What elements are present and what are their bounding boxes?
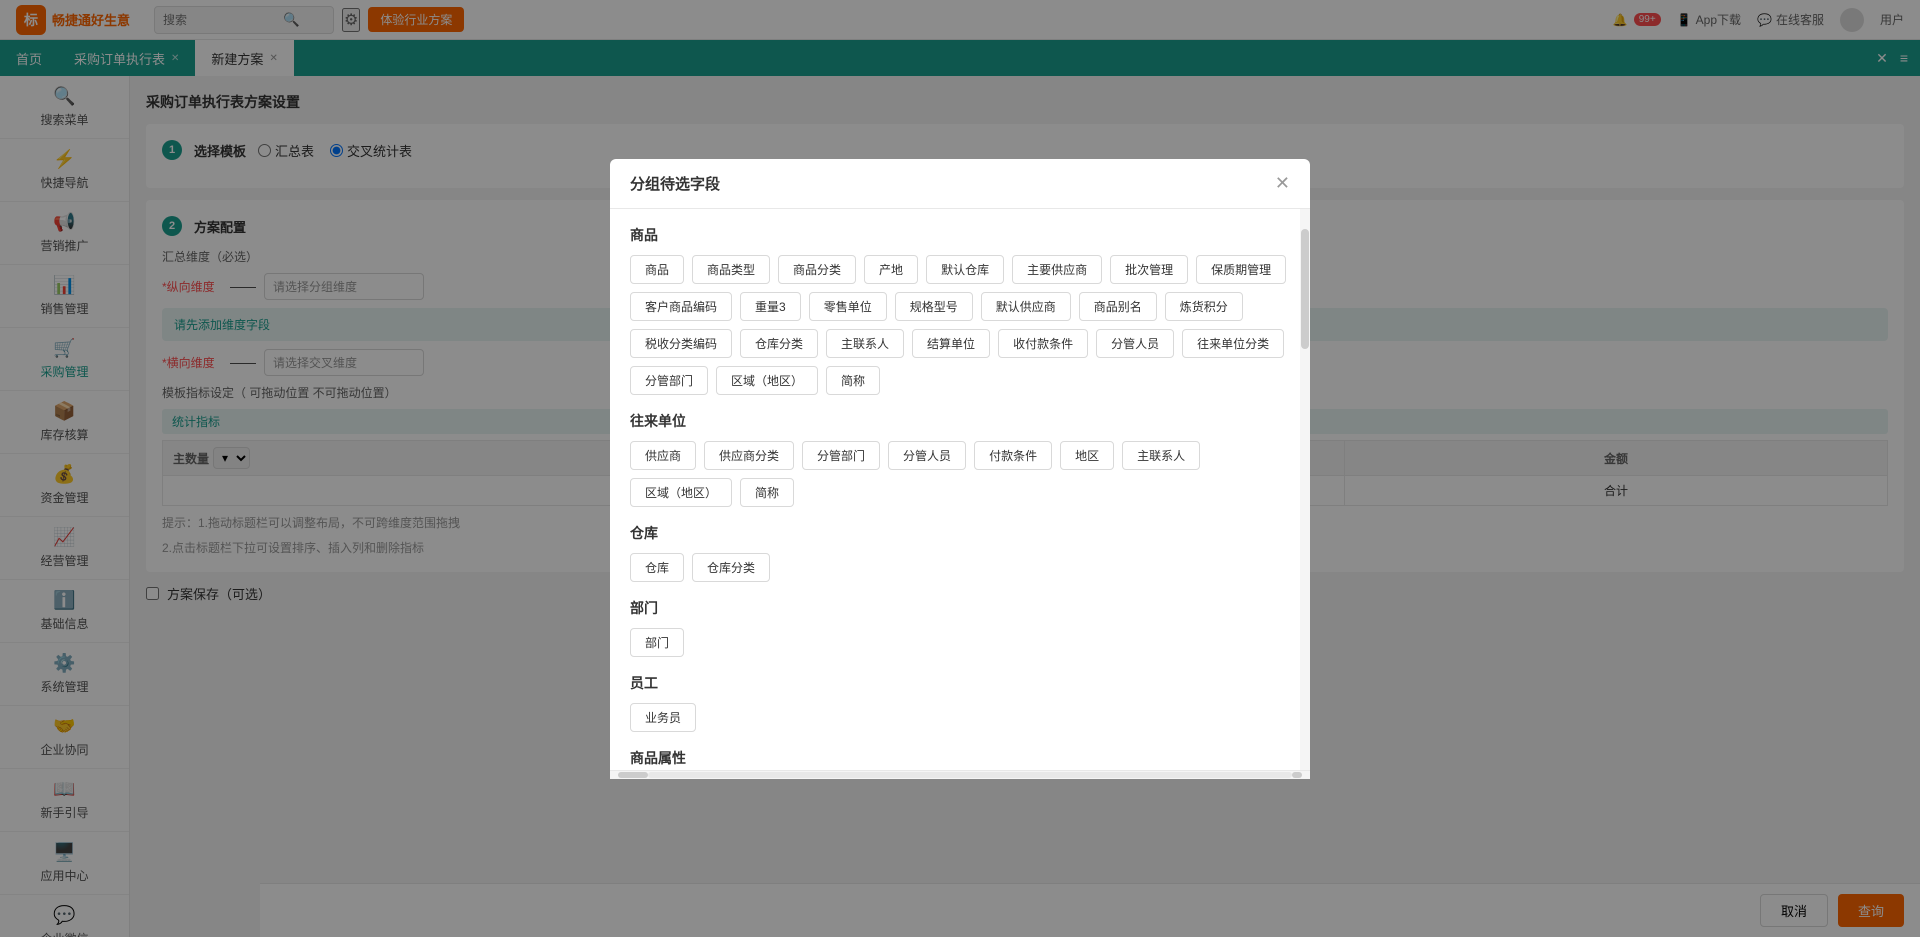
field-contact[interactable]: 主联系人: [1122, 441, 1200, 470]
field-origin[interactable]: 产地: [864, 255, 918, 284]
field-batch-manage[interactable]: 批次管理: [1110, 255, 1188, 284]
modal-bottom-scrollbar[interactable]: [610, 770, 1310, 779]
section-employee: 员工 业务员: [630, 673, 1290, 732]
field-salesperson[interactable]: 业务员: [630, 703, 696, 732]
dept-fields: 部门: [630, 628, 1290, 657]
partner-fields: 供应商 供应商分类 分管部门 分管人员 付款条件 地区 主联系人 区域（地区） …: [630, 441, 1290, 507]
product-fields: 商品 商品类型 商品分类 产地 默认仓库 主要供应商 批次管理 保质期管理 客户…: [630, 255, 1290, 395]
section-dept: 部门 部门: [630, 598, 1290, 657]
field-partner-category[interactable]: 往来单位分类: [1182, 329, 1284, 358]
field-dept-person[interactable]: 分管人员: [888, 441, 966, 470]
field-retail-unit[interactable]: 零售单位: [809, 292, 887, 321]
field-product-type[interactable]: 商品类型: [692, 255, 770, 284]
field-dept[interactable]: 部门: [630, 628, 684, 657]
modal-scrollbar-track[interactable]: [1300, 209, 1310, 770]
section-dept-title: 部门: [630, 598, 1290, 618]
section-partner-title: 往来单位: [630, 411, 1290, 431]
field-default-supplier[interactable]: 默认供应商: [981, 292, 1071, 321]
field-warehouse[interactable]: 仓库: [630, 553, 684, 582]
field-wh-category[interactable]: 仓库分类: [692, 553, 770, 582]
field-main-supplier[interactable]: 主要供应商: [1012, 255, 1102, 284]
modal-close-button[interactable]: ✕: [1275, 173, 1290, 194]
modal-title: 分组待选字段: [630, 173, 720, 194]
section-product-title: 商品: [630, 225, 1290, 245]
section-employee-title: 员工: [630, 673, 1290, 693]
section-warehouse: 仓库 仓库 仓库分类: [630, 523, 1290, 582]
modal-bottom-scroll-track: [648, 772, 1292, 778]
section-product-attr-title: 商品属性: [630, 748, 1290, 768]
employee-fields: 业务员: [630, 703, 1290, 732]
field-region[interactable]: 区域（地区）: [716, 366, 818, 395]
section-warehouse-title: 仓库: [630, 523, 1290, 543]
modal-body: 商品 商品 商品类型 商品分类 产地 默认仓库 主要供应商 批次管理 保质期管理…: [610, 209, 1310, 770]
warehouse-fields: 仓库 仓库分类: [630, 553, 1290, 582]
modal-dialog: 分组待选字段 ✕ 商品 商品 商品类型 商品分类 产地 默认仓库 主要供应商 批…: [610, 159, 1310, 779]
modal-scrollbar-thumb: [1301, 229, 1309, 349]
field-customer-code[interactable]: 客户商品编码: [630, 292, 732, 321]
field-main-contact[interactable]: 主联系人: [826, 329, 904, 358]
field-spec-model[interactable]: 规格型号: [895, 292, 973, 321]
field-default-warehouse[interactable]: 默认仓库: [926, 255, 1004, 284]
field-warehouse-category[interactable]: 仓库分类: [740, 329, 818, 358]
field-area[interactable]: 地区: [1060, 441, 1114, 470]
field-abbr2[interactable]: 简称: [740, 478, 794, 507]
field-settlement-unit[interactable]: 结算单位: [912, 329, 990, 358]
modal-bottom-scroll-thumb: [618, 772, 648, 778]
section-product-attr: 商品属性 属性 颜色 多规格 尺码 鞋码 1: [630, 748, 1290, 770]
modal-header: 分组待选字段 ✕: [610, 159, 1310, 209]
field-dept-manage[interactable]: 分管部门: [802, 441, 880, 470]
modal-overlay[interactable]: 分组待选字段 ✕ 商品 商品 商品类型 商品分类 产地 默认仓库 主要供应商 批…: [0, 0, 1920, 937]
field-pay-terms[interactable]: 付款条件: [974, 441, 1052, 470]
field-payment-terms[interactable]: 收付款条件: [998, 329, 1088, 358]
section-product: 商品 商品 商品类型 商品分类 产地 默认仓库 主要供应商 批次管理 保质期管理…: [630, 225, 1290, 395]
field-product-category[interactable]: 商品分类: [778, 255, 856, 284]
field-weight3[interactable]: 重量3: [740, 292, 801, 321]
modal-bottom-scroll-right: [1292, 772, 1302, 778]
field-tax-code[interactable]: 税收分类编码: [630, 329, 732, 358]
field-points[interactable]: 炼货积分: [1165, 292, 1243, 321]
field-abbr[interactable]: 简称: [826, 366, 880, 395]
field-supplier[interactable]: 供应商: [630, 441, 696, 470]
field-product[interactable]: 商品: [630, 255, 684, 284]
section-partner: 往来单位 供应商 供应商分类 分管部门 分管人员 付款条件 地区 主联系人 区域…: [630, 411, 1290, 507]
field-supervisor[interactable]: 分管人员: [1096, 329, 1174, 358]
field-region2[interactable]: 区域（地区）: [630, 478, 732, 507]
field-product-alias[interactable]: 商品别名: [1079, 292, 1157, 321]
field-dept-manager[interactable]: 分管部门: [630, 366, 708, 395]
field-supplier-category[interactable]: 供应商分类: [704, 441, 794, 470]
field-shelf-life[interactable]: 保质期管理: [1196, 255, 1286, 284]
